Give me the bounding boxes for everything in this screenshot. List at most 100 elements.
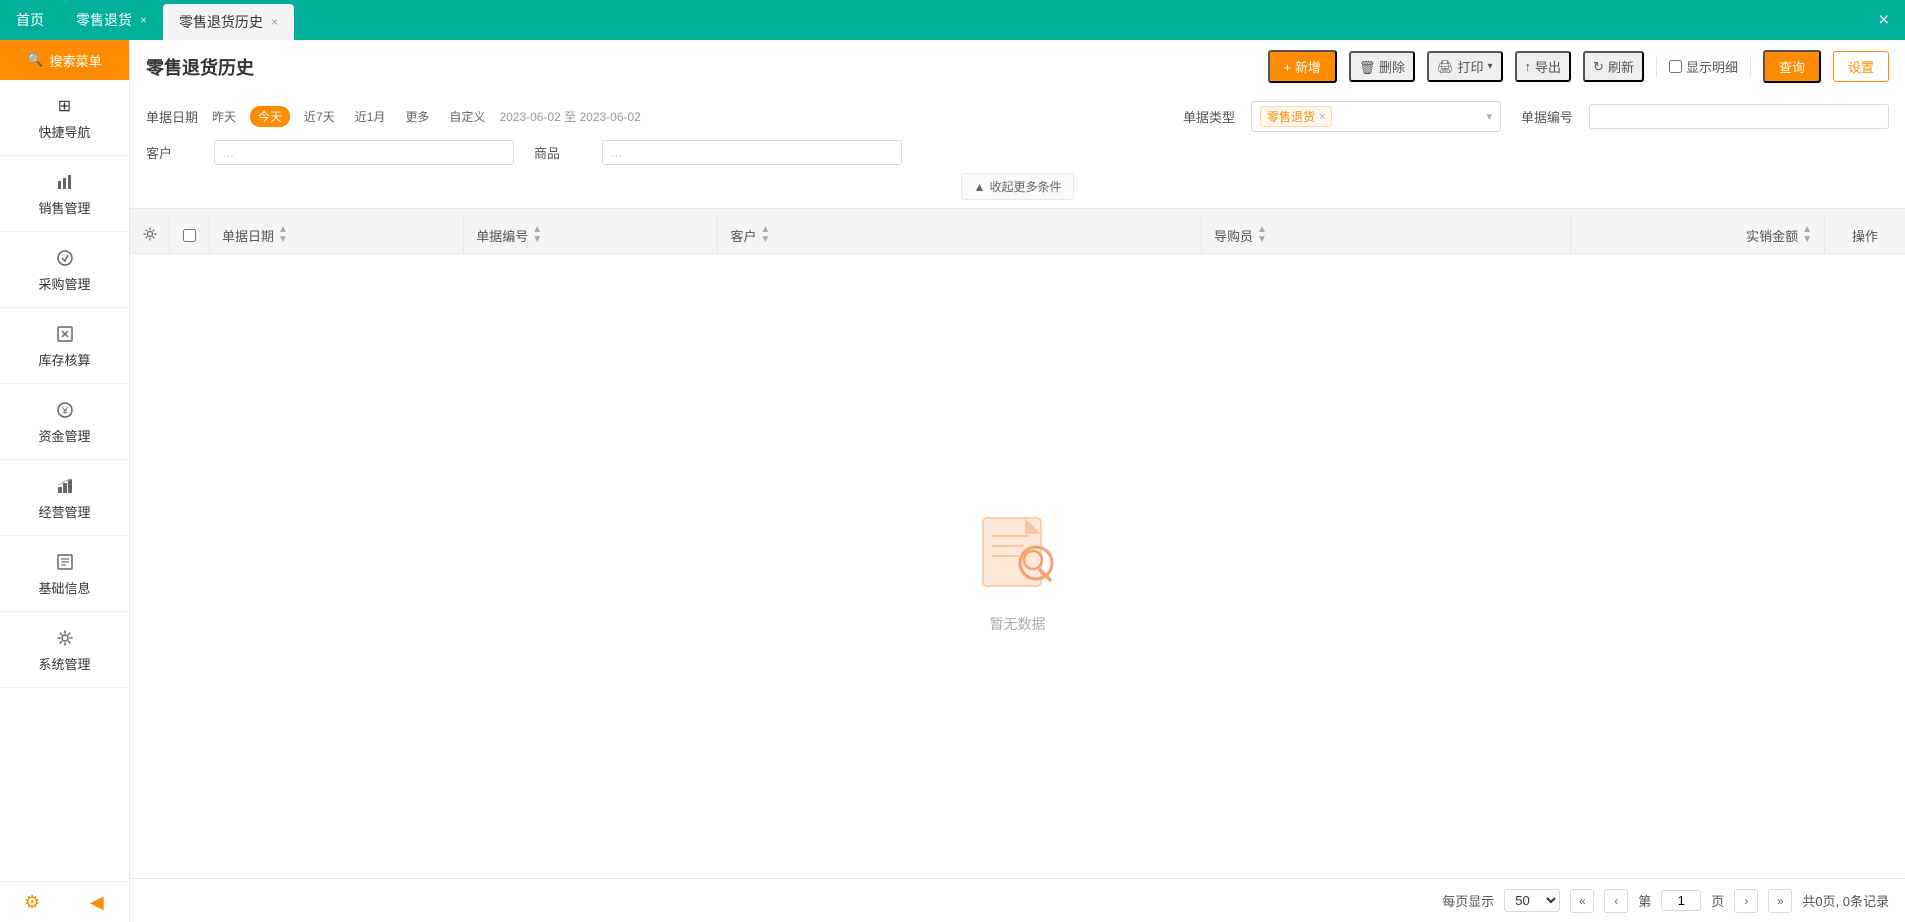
bill-no-input[interactable] [1589, 104, 1889, 129]
pagination: 每页显示 50 10 20 100 « ‹ 第 页 › » 共0页, 0条记录 [130, 878, 1905, 922]
date-btn-yesterday[interactable]: 昨天 [206, 106, 242, 127]
goods-filter-label: 商品 [534, 143, 594, 162]
show-detail-checkbox[interactable] [1669, 60, 1682, 73]
date-btn-today[interactable]: 今天 [250, 106, 290, 127]
page-number-input[interactable] [1661, 890, 1701, 911]
sidebar-item-finance-mgmt[interactable]: ¥ 资金管理 [0, 384, 129, 460]
settings-button[interactable]: 设置 [1833, 51, 1889, 82]
th-checkbox[interactable] [170, 217, 210, 253]
system-mgmt-icon [53, 626, 77, 650]
sidebar-item-system-mgmt[interactable]: 系统管理 [0, 612, 129, 688]
page-size-label: 每页显示 [1442, 891, 1494, 910]
sidebar-item-operations-mgmt[interactable]: 经营管理 [0, 460, 129, 536]
th-customer-sort: ▲▼ [760, 225, 770, 245]
sidebar-item-quick-nav[interactable]: ⊞ 快捷导航 [0, 80, 129, 156]
quick-nav-icon: ⊞ [53, 94, 77, 118]
refresh-icon: ↻ [1593, 59, 1604, 75]
refresh-button[interactable]: ↻ 刷新 [1583, 51, 1644, 82]
print-button[interactable]: 🖨 🖨 打印 打印 ▾ [1427, 51, 1503, 82]
th-date[interactable]: 单据日期 ▲▼ [210, 217, 464, 253]
toolbar-divider2 [1750, 57, 1751, 77]
query-button[interactable]: 查询 [1763, 50, 1821, 83]
date-btn-7days[interactable]: 近7天 [298, 106, 341, 127]
tab-retail-return-close[interactable]: × [140, 13, 147, 27]
sidebar-item-purchase-mgmt[interactable]: 采购管理 [0, 232, 129, 308]
inventory-calc-icon [53, 322, 77, 346]
next-page-button[interactable]: › [1734, 889, 1758, 913]
type-filter-tag-remove[interactable]: × [1319, 111, 1325, 123]
date-filter: 昨天 今天 近7天 近1月 更多 自定义 2023-06-02 至 2023-0… [206, 106, 1163, 127]
search-icon: 🔍 [27, 52, 43, 68]
toolbar: + 新增 🗑 删除 🖨 🖨 打印 打印 ▾ ↑ 导出 ↻ 刷新 [1268, 50, 1889, 83]
print-icon: 🖨 [1437, 59, 1454, 75]
th-action: 操作 [1825, 217, 1905, 253]
page-label: 第 [1638, 891, 1651, 910]
goods-filter-placeholder: ... [611, 145, 622, 160]
export-icon: ↑ [1525, 59, 1532, 74]
sidebar-item-system-label: 系统管理 [38, 654, 90, 673]
customer-filter-select[interactable]: ... [214, 140, 514, 165]
sidebar-item-sales-label: 销售管理 [38, 198, 90, 217]
delete-button[interactable]: 🗑 删除 [1349, 51, 1415, 82]
th-settings[interactable] [130, 217, 170, 253]
select-all-checkbox[interactable] [183, 229, 196, 242]
type-filter-select[interactable]: 零售退货 × ▾ [1251, 101, 1501, 132]
purchase-mgmt-icon [53, 246, 77, 270]
th-customer-label: 客户 [730, 226, 756, 245]
customer-filter-label: 客户 [146, 143, 206, 162]
last-page-button[interactable]: » [1768, 889, 1792, 913]
table-header: 单据日期 ▲▼ 单据编号 ▲▼ 客户 ▲▼ 导购员 ▲▼ 实销金额 ▲▼ [130, 217, 1905, 254]
sidebar-item-purchase-label: 采购管理 [38, 274, 90, 293]
page-suffix: 页 [1711, 891, 1724, 910]
operations-mgmt-icon [53, 474, 77, 498]
date-range-display: 2023-06-02 至 2023-06-02 [499, 108, 640, 125]
sidebar-search[interactable]: 🔍 搜索菜单 [0, 40, 129, 80]
date-btn-more[interactable]: 更多 [399, 106, 435, 127]
window-close-button[interactable]: × [1878, 10, 1889, 31]
goods-filter-select[interactable]: ... [602, 140, 902, 165]
tab-home-label: 首页 [16, 10, 44, 30]
svg-text:¥: ¥ [61, 406, 68, 417]
th-date-label: 单据日期 [222, 226, 274, 245]
show-detail-checkbox-label[interactable]: 显示明细 [1669, 57, 1738, 76]
sidebar-collapse-button[interactable]: ◀ [65, 882, 130, 922]
add-button[interactable]: + 新增 [1268, 50, 1337, 83]
sidebar-item-finance-label: 资金管理 [38, 426, 90, 445]
tab-retail-return-history-close[interactable]: × [271, 15, 278, 29]
th-customer[interactable]: 客户 ▲▼ [718, 217, 1201, 253]
tab-retail-return-history[interactable]: 零售退货历史 × [163, 4, 294, 40]
page-title: 零售退货历史 [146, 54, 254, 80]
date-btn-1month[interactable]: 近1月 [349, 106, 392, 127]
sidebar-item-sales-mgmt[interactable]: 销售管理 [0, 156, 129, 232]
content-area: 零售退货历史 + 新增 🗑 删除 🖨 🖨 打印 打印 ▾ ↑ 导出 [130, 40, 1905, 922]
th-bill-no-label: 单据编号 [476, 226, 528, 245]
th-amount[interactable]: 实销金额 ▲▼ [1571, 217, 1825, 253]
first-page-button[interactable]: « [1570, 889, 1594, 913]
collapse-button[interactable]: ▲ 收起更多条件 [961, 173, 1075, 200]
tab-retail-return-label: 零售退货 [76, 10, 132, 30]
page-header: 零售退货历史 + 新增 🗑 删除 🖨 🖨 打印 打印 ▾ ↑ 导出 [130, 40, 1905, 209]
th-guide[interactable]: 导购员 ▲▼ [1202, 217, 1571, 253]
date-btn-custom[interactable]: 自定义 [443, 106, 491, 127]
th-amount-sort: ▲▼ [1802, 225, 1812, 245]
empty-icon [968, 498, 1068, 598]
sidebar-settings-icon: ⚙ [24, 892, 40, 913]
empty-state: 暂无数据 [130, 254, 1905, 878]
collapse-row: ▲ 收起更多条件 [146, 173, 1889, 200]
th-bill-no[interactable]: 单据编号 ▲▼ [464, 217, 718, 253]
th-guide-label: 导购员 [1214, 226, 1253, 245]
prev-page-button[interactable]: ‹ [1604, 889, 1628, 913]
sidebar-item-inventory-calc[interactable]: 库存核算 [0, 308, 129, 384]
tab-retail-return[interactable]: 零售退货 × [60, 0, 163, 40]
type-filter-label: 单据类型 [1183, 107, 1243, 126]
sidebar: 🔍 搜索菜单 ⊞ 快捷导航 销售管理 采购管理 库存核算 [0, 40, 130, 922]
sidebar-settings-button[interactable]: ⚙ [0, 882, 65, 922]
sidebar-item-quick-nav-label: 快捷导航 [38, 122, 90, 141]
tab-home[interactable]: 首页 [0, 0, 60, 40]
filter-row-2: 客户 ... 商品 ... [146, 140, 1889, 165]
bill-no-filter-label: 单据编号 [1521, 107, 1581, 126]
sales-mgmt-icon [53, 170, 77, 194]
page-size-select[interactable]: 50 10 20 100 [1504, 889, 1560, 912]
sidebar-item-basic-info[interactable]: 基础信息 [0, 536, 129, 612]
export-button[interactable]: ↑ 导出 [1515, 51, 1572, 82]
